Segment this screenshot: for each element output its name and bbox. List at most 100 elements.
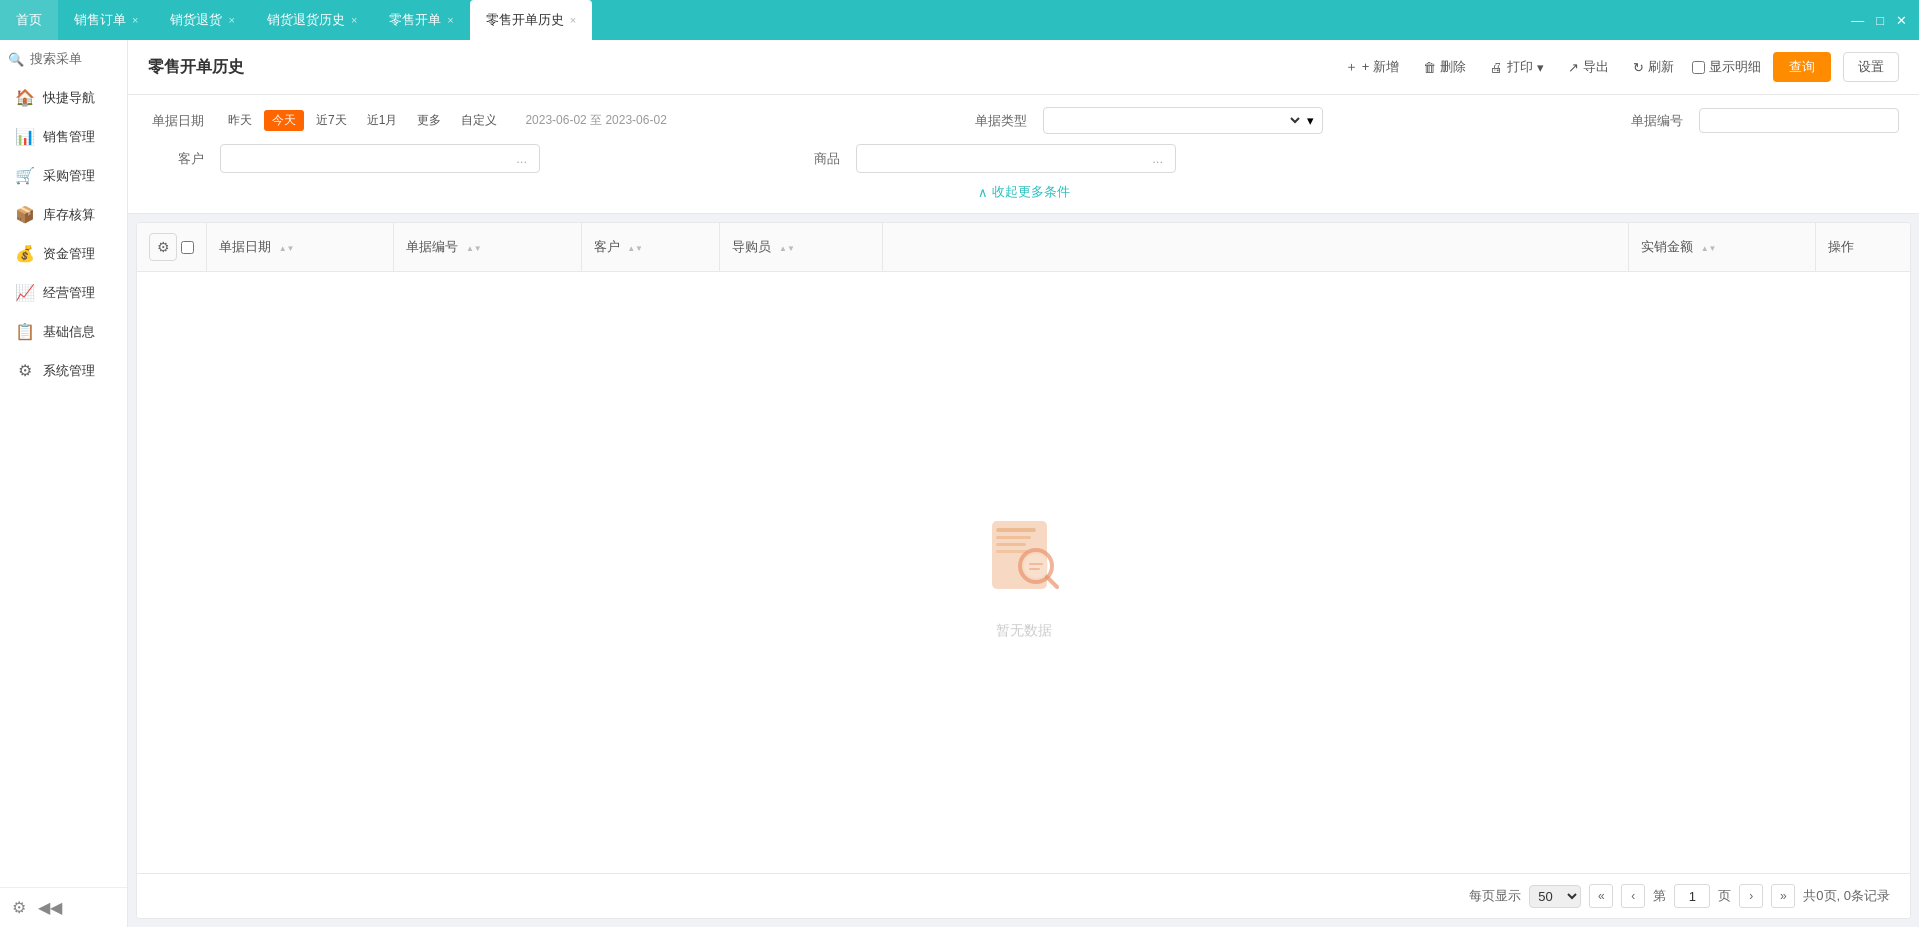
bill-type-select[interactable]: ▾ <box>1043 107 1323 134</box>
window-minimize-btn[interactable]: — <box>1851 13 1864 28</box>
tab-retail-history[interactable]: 零售开单历史 × <box>470 0 592 40</box>
add-icon: ＋ <box>1345 58 1358 76</box>
sidebar-item-base-info[interactable]: 📋 基础信息 <box>0 312 127 351</box>
content-area: 零售开单历史 ＋ + 新增 🗑 删除 🖨 打印 ▾ ↗ 导出 <box>128 40 1919 927</box>
first-page-btn[interactable]: « <box>1589 884 1613 908</box>
finance-icon: 💰 <box>15 244 35 263</box>
toolbar: ＋ + 新增 🗑 删除 🖨 打印 ▾ ↗ 导出 ↻ <box>1339 52 1899 82</box>
sidebar-search[interactable]: 🔍 搜索采单 <box>0 40 127 78</box>
date-shortcut-today[interactable]: 今天 <box>264 110 304 131</box>
collapse-conditions-btn[interactable]: ∧ 收起更多条件 <box>978 183 1070 201</box>
empty-illustration <box>974 506 1074 606</box>
select-all-checkbox[interactable] <box>181 241 194 254</box>
display-cols-checkbox[interactable] <box>1692 61 1705 74</box>
data-table: ⚙ 单据日期 ▲▼ 单据编号 ▲▼ <box>137 223 1910 272</box>
date-range-display: 2023-06-02 至 2023-06-02 <box>525 112 666 129</box>
bill-type-dropdown[interactable] <box>1052 112 1303 129</box>
goods-ellipsis-icon[interactable]: ... <box>1148 149 1167 168</box>
filter-area: 单据日期 昨天 今天 近7天 近1月 更多 自定义 2023-06-02 至 2… <box>128 95 1919 214</box>
delete-button[interactable]: 🗑 删除 <box>1417 54 1472 80</box>
sidebar-item-sales[interactable]: 📊 销售管理 <box>0 117 127 156</box>
sidebar-item-quicknav[interactable]: 🏠 快捷导航 <box>0 78 127 117</box>
filter-row-2: 客户 ... 商品 ... <box>148 144 1899 173</box>
window-maximize-btn[interactable]: □ <box>1876 13 1884 28</box>
sidebar-settings-icon[interactable]: ⚙ <box>12 898 26 917</box>
table-col-customer[interactable]: 客户 ▲▼ <box>581 223 720 272</box>
table-col-amount[interactable]: 实销金额 ▲▼ <box>1629 223 1816 272</box>
display-cols-button[interactable]: 显示明细 <box>1692 58 1761 76</box>
table-col-guide[interactable]: 导购员 ▲▼ <box>720 223 883 272</box>
table-col-date[interactable]: 单据日期 ▲▼ <box>207 223 394 272</box>
customer-input[interactable] <box>229 151 508 166</box>
empty-text: 暂无数据 <box>996 622 1052 640</box>
inventory-icon: 📦 <box>15 205 35 224</box>
svg-point-6 <box>1024 554 1048 578</box>
date-shortcut-more[interactable]: 更多 <box>409 110 449 131</box>
table-col-checkbox: ⚙ <box>137 223 207 272</box>
svg-rect-3 <box>996 543 1026 546</box>
pagination: 每页显示 10 20 50 100 « ‹ 第 页 › » 共0页, 0条记录 <box>137 873 1910 918</box>
goods-input[interactable] <box>865 151 1144 166</box>
tab-return-goods[interactable]: 销货退货 × <box>154 0 250 40</box>
last-page-btn[interactable]: » <box>1771 884 1795 908</box>
operations-icon: 📈 <box>15 283 35 302</box>
sidebar-item-operations[interactable]: 📈 经营管理 <box>0 273 127 312</box>
sidebar-item-inventory[interactable]: 📦 库存核算 <box>0 195 127 234</box>
base-info-icon: 📋 <box>15 322 35 341</box>
tab-close-icon[interactable]: × <box>351 14 357 26</box>
query-button[interactable]: 查询 <box>1773 52 1831 82</box>
print-button[interactable]: 🖨 打印 ▾ <box>1484 54 1550 80</box>
bill-no-input-wrap[interactable] <box>1699 108 1899 133</box>
table-col-billno[interactable]: 单据编号 ▲▼ <box>394 223 581 272</box>
page-number-input[interactable] <box>1674 884 1710 908</box>
date-shortcut-7days[interactable]: 近7天 <box>308 110 355 131</box>
customer-ellipsis-icon[interactable]: ... <box>512 149 531 168</box>
dropdown-arrow-icon: ▾ <box>1307 113 1314 128</box>
page-header: 零售开单历史 ＋ + 新增 🗑 删除 🖨 打印 ▾ ↗ 导出 <box>128 40 1919 95</box>
sort-icon: ▲▼ <box>1701 244 1717 253</box>
date-shortcuts: 昨天 今天 近7天 近1月 更多 自定义 <box>220 110 505 131</box>
export-button[interactable]: ↗ 导出 <box>1562 54 1615 80</box>
settings-button[interactable]: 设置 <box>1843 52 1899 82</box>
refresh-button[interactable]: ↻ 刷新 <box>1627 54 1680 80</box>
sidebar-item-finance[interactable]: 💰 资金管理 <box>0 234 127 273</box>
print-icon: 🖨 <box>1490 60 1503 75</box>
collapse-icon: ∧ <box>978 185 988 200</box>
main-layout: 🔍 搜索采单 🏠 快捷导航 📊 销售管理 🛒 采购管理 📦 库存核算 💰 资金管… <box>0 40 1919 927</box>
table-settings-btn[interactable]: ⚙ <box>149 233 177 261</box>
bill-no-input[interactable] <box>1708 113 1890 128</box>
tab-home[interactable]: 首页 <box>0 0 58 40</box>
page-title: 零售开单历史 <box>148 57 244 78</box>
tab-close-icon[interactable]: × <box>132 14 138 26</box>
sidebar-collapse-icon[interactable]: ◀◀ <box>38 898 62 917</box>
print-dropdown-icon: ▾ <box>1537 60 1544 75</box>
customer-input-wrap[interactable]: ... <box>220 144 540 173</box>
sidebar-item-purchase[interactable]: 🛒 采购管理 <box>0 156 127 195</box>
sidebar-item-system[interactable]: ⚙ 系统管理 <box>0 351 127 390</box>
window-close-btn[interactable]: ✕ <box>1896 13 1907 28</box>
tab-close-icon[interactable]: × <box>447 14 453 26</box>
tab-retail-order[interactable]: 零售开单 × <box>373 0 469 40</box>
date-shortcut-yesterday[interactable]: 昨天 <box>220 110 260 131</box>
svg-rect-4 <box>996 550 1028 553</box>
refresh-icon: ↻ <box>1633 60 1644 75</box>
date-shortcut-1month[interactable]: 近1月 <box>359 110 406 131</box>
prev-page-btn[interactable]: ‹ <box>1621 884 1645 908</box>
next-page-btn[interactable]: › <box>1739 884 1763 908</box>
sales-icon: 📊 <box>15 127 35 146</box>
window-controls: — □ ✕ <box>1851 13 1919 28</box>
tab-close-icon[interactable]: × <box>570 14 576 26</box>
tab-sales-order[interactable]: 销售订单 × <box>58 0 154 40</box>
goods-input-wrap[interactable]: ... <box>856 144 1176 173</box>
tab-close-icon[interactable]: × <box>228 14 234 26</box>
top-tabbar: 首页 销售订单 × 销货退货 × 销货退货历史 × 零售开单 × 零售开单历史 … <box>0 0 1919 40</box>
svg-rect-1 <box>996 528 1036 532</box>
svg-rect-2 <box>996 536 1031 539</box>
sidebar: 🔍 搜索采单 🏠 快捷导航 📊 销售管理 🛒 采购管理 📦 库存核算 💰 资金管… <box>0 40 128 927</box>
add-button[interactable]: ＋ + 新增 <box>1339 54 1405 80</box>
purchase-icon: 🛒 <box>15 166 35 185</box>
date-shortcut-custom[interactable]: 自定义 <box>453 110 505 131</box>
pagination-total: 共0页, 0条记录 <box>1803 887 1890 905</box>
tab-return-history[interactable]: 销货退货历史 × <box>251 0 373 40</box>
per-page-select[interactable]: 10 20 50 100 <box>1529 885 1581 908</box>
